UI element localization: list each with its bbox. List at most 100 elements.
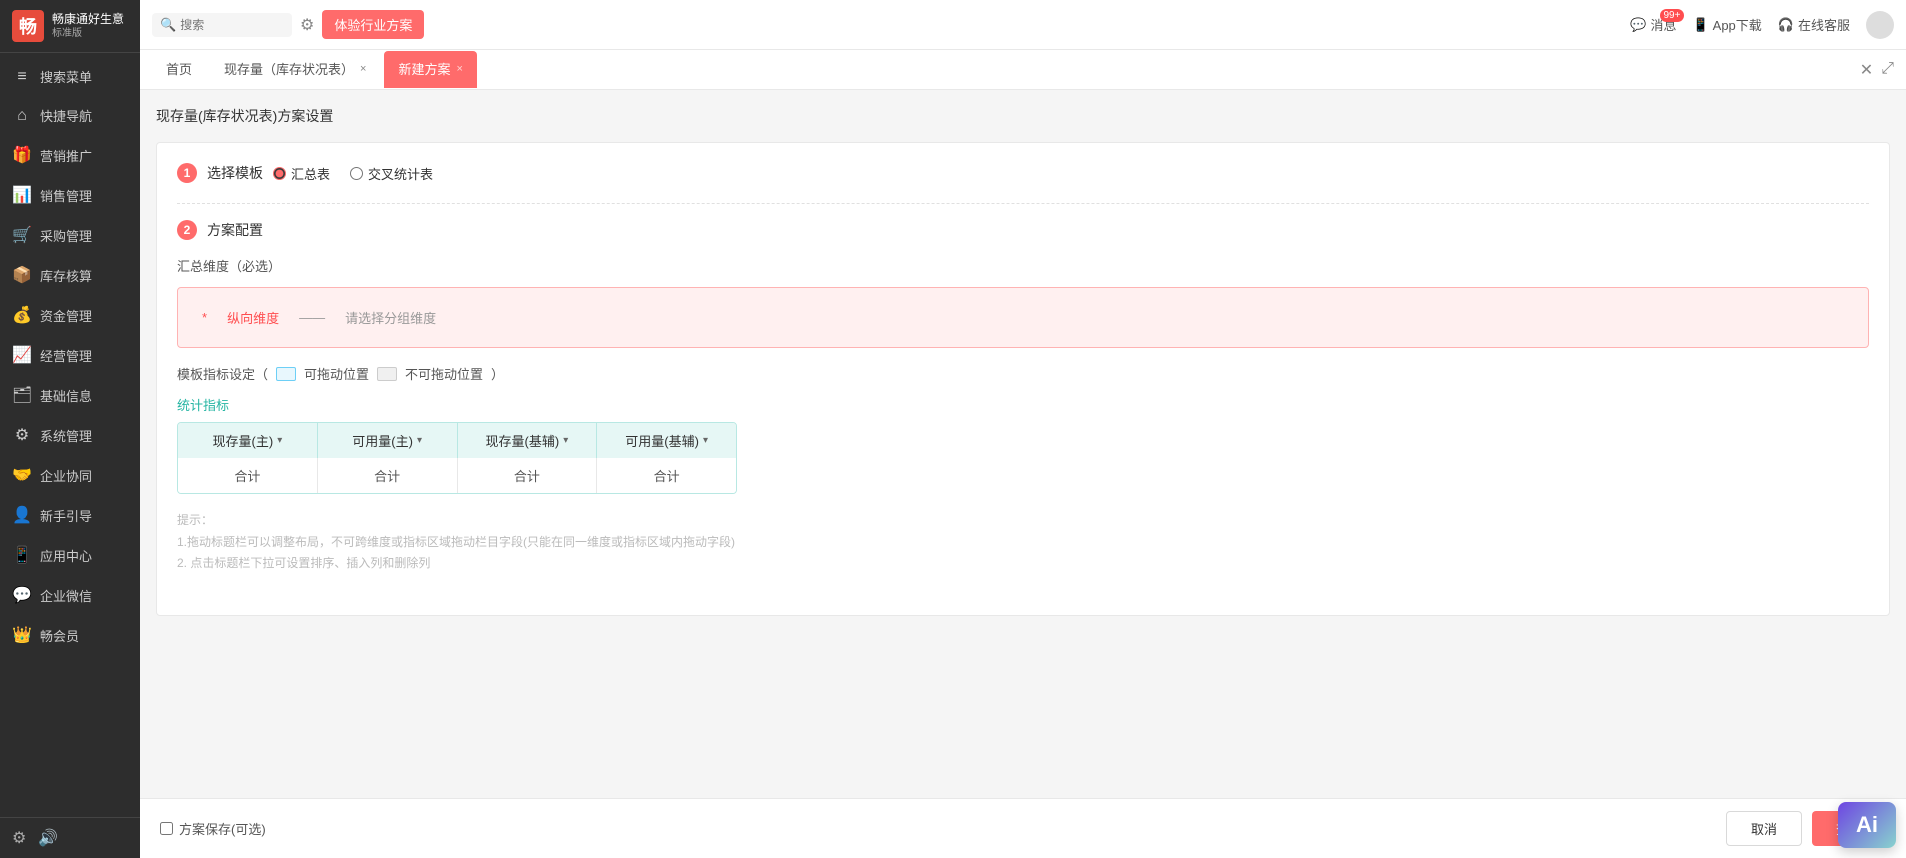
online-service-item[interactable]: 🎧 在线客服	[1778, 15, 1850, 34]
tab-inventory-close[interactable]: ×	[360, 63, 366, 75]
sidebar-item-marketing[interactable]: 🎁 营销推广	[0, 135, 140, 175]
stats-body-0-3: 合计	[597, 458, 736, 493]
sidebar-item-search-menu[interactable]: ≡ 搜索菜单	[0, 57, 140, 96]
sidebar-label-sales: 销售管理	[40, 186, 92, 205]
sidebar-item-inventory[interactable]: 📦 库存核算	[0, 255, 140, 295]
expand-icon[interactable]: ⤢	[1881, 60, 1894, 80]
tab-new-plan[interactable]: 新建方案 ×	[384, 51, 476, 88]
divider-1	[177, 203, 1869, 204]
config-card: 1 选择模板 汇总表 交叉统计表	[156, 142, 1890, 616]
tips-title: 提示：	[177, 510, 1869, 532]
sidebar-label-new-guide: 新手引导	[40, 506, 92, 525]
close-panel-icon[interactable]: ✕	[1860, 60, 1873, 80]
gear-icon[interactable]: ⚙	[300, 15, 314, 35]
sidebar-item-base-info[interactable]: 🗂 基础信息	[0, 375, 140, 415]
sidebar-label-purchase: 采购管理	[40, 226, 92, 245]
sidebar-item-cooperation[interactable]: 🤝 企业协同	[0, 455, 140, 495]
sidebar-item-quick-nav[interactable]: ⌂ 快捷导航	[0, 96, 140, 135]
tab-new-plan-label: 新建方案	[398, 59, 450, 78]
sidebar-icon-base-info: 🗂	[12, 385, 32, 405]
phone-icon: 📱	[1692, 17, 1708, 33]
sidebar-label-quick-nav: 快捷导航	[40, 106, 92, 125]
sidebar-item-finance[interactable]: 💰 资金管理	[0, 295, 140, 335]
stats-col-3[interactable]: 可用量(基辅) ▾	[597, 423, 736, 458]
radio-summary[interactable]: 汇总表	[273, 164, 330, 183]
step1-section: 1 选择模板 汇总表 交叉统计表	[177, 163, 1869, 183]
step2-section: 2 方案配置 汇总维度（必选） * 纵向维度 —— 请选择分组维度 模板指标设定…	[177, 220, 1869, 575]
stats-body-0-0: 合计	[178, 458, 318, 493]
sidebar-icon-new-guide: 👤	[12, 505, 32, 525]
no-drag-label: 不可拖动位置	[405, 364, 483, 383]
dimension-area[interactable]: * 纵向维度 —— 请选择分组维度	[177, 287, 1869, 348]
tab-inventory-label: 现存量（库存状况表）	[224, 59, 354, 78]
radio-summary-input[interactable]	[273, 167, 286, 180]
sidebar-item-wechat[interactable]: 💬 企业微信	[0, 575, 140, 615]
tab-inventory-status[interactable]: 现存量（库存状况表） ×	[210, 51, 380, 88]
app-download-item[interactable]: 📱 App下载	[1692, 15, 1761, 34]
tab-new-plan-close[interactable]: ×	[456, 63, 462, 75]
message-badge-item[interactable]: 💬 消息 99+	[1630, 15, 1676, 34]
industry-btn[interactable]: 体验行业方案	[322, 10, 424, 39]
sound-icon[interactable]: 🔊	[38, 828, 58, 848]
settings-icon[interactable]: ⚙	[12, 828, 26, 848]
save-label: 方案保存(可选)	[179, 819, 266, 838]
sidebar-item-system[interactable]: ⚙ 系统管理	[0, 415, 140, 455]
sidebar-label-inventory: 库存核算	[40, 266, 92, 285]
stats-col-chevron-2: ▾	[563, 435, 568, 446]
cancel-button[interactable]: 取消	[1726, 811, 1802, 846]
drag-label: 可拖动位置	[304, 364, 369, 383]
sidebar-label-system: 系统管理	[40, 426, 92, 445]
step2-badge: 2	[177, 220, 197, 240]
sidebar-label-base-info: 基础信息	[40, 386, 92, 405]
sidebar-item-membership[interactable]: 👑 畅会员	[0, 615, 140, 655]
save-option[interactable]: 方案保存(可选)	[160, 819, 266, 838]
avatar[interactable]	[1866, 11, 1894, 39]
step1-header: 1 选择模板 汇总表 交叉统计表	[177, 163, 1869, 183]
stats-table-header: 现存量(主) ▾可用量(主) ▾现存量(基辅) ▾可用量(基辅) ▾	[178, 423, 736, 458]
tabs-right: ✕ ⤢	[1860, 60, 1894, 80]
required-star: *	[202, 310, 207, 325]
sidebar: 畅 畅康通好生意 标准版 ≡ 搜索菜单⌂ 快捷导航🎁 营销推广📊 销售管理🛒 采…	[0, 0, 140, 858]
sidebar-icon-search-menu: ≡	[12, 68, 32, 86]
sidebar-item-new-guide[interactable]: 👤 新手引导	[0, 495, 140, 535]
sidebar-item-operations[interactable]: 📈 经营管理	[0, 335, 140, 375]
indicator-settings-label: 模板指标设定（	[177, 364, 268, 383]
stats-col-0[interactable]: 现存量(主) ▾	[178, 423, 318, 458]
sidebar-icon-purchase: 🛒	[12, 225, 32, 245]
sidebar-icon-finance: 💰	[12, 305, 32, 325]
stats-col-1[interactable]: 可用量(主) ▾	[318, 423, 458, 458]
sidebar-icon-app-center: 📱	[12, 545, 32, 565]
template-radio-group: 汇总表 交叉统计表	[273, 164, 433, 183]
sidebar-icon-operations: 📈	[12, 345, 32, 365]
tabs-bar: 首页 现存量（库存状况表） × 新建方案 × ✕ ⤢	[140, 50, 1906, 90]
drag-box	[276, 367, 296, 381]
radio-cross[interactable]: 交叉统计表	[350, 164, 433, 183]
sidebar-label-operations: 经营管理	[40, 346, 92, 365]
stats-col-label-0: 现存量(主)	[213, 431, 274, 450]
stats-table-body: 合计合计合计合计	[178, 458, 736, 493]
sidebar-nav: ≡ 搜索菜单⌂ 快捷导航🎁 营销推广📊 销售管理🛒 采购管理📦 库存核算💰 资金…	[0, 53, 140, 817]
radio-cross-label: 交叉统计表	[368, 164, 433, 183]
sidebar-item-app-center[interactable]: 📱 应用中心	[0, 535, 140, 575]
message-badge: 99+	[1660, 9, 1685, 22]
sidebar-label-marketing: 营销推广	[40, 146, 92, 165]
sidebar-item-purchase[interactable]: 🛒 采购管理	[0, 215, 140, 255]
sidebar-label-app-center: 应用中心	[40, 546, 92, 565]
radio-cross-input[interactable]	[350, 167, 363, 180]
sidebar-icon-wechat: 💬	[12, 585, 32, 605]
stats-body-0-2: 合计	[458, 458, 598, 493]
indicator-settings: 模板指标设定（ 可拖动位置 不可拖动位置 ）	[177, 364, 1869, 383]
search-box[interactable]: 🔍	[152, 13, 292, 37]
sidebar-label-membership: 畅会员	[40, 626, 79, 645]
stats-col-2[interactable]: 现存量(基辅) ▾	[458, 423, 598, 458]
ai-fab-button[interactable]: Ai	[1838, 802, 1896, 848]
stats-col-chevron-0: ▾	[277, 435, 282, 446]
search-input[interactable]	[180, 18, 280, 32]
sidebar-item-sales[interactable]: 📊 销售管理	[0, 175, 140, 215]
sidebar-label-finance: 资金管理	[40, 306, 92, 325]
save-checkbox[interactable]	[160, 822, 173, 835]
tab-home[interactable]: 首页	[152, 51, 206, 88]
dimension-config-label: 汇总维度（必选）	[177, 256, 1869, 275]
tips-line-2: 2. 点击标题栏下拉可设置排序、插入列和删除列	[177, 553, 1869, 575]
tips-line-1: 1.拖动标题栏可以调整布局，不可跨维度或指标区域拖动栏目字段(只能在同一维度或指…	[177, 532, 1869, 554]
